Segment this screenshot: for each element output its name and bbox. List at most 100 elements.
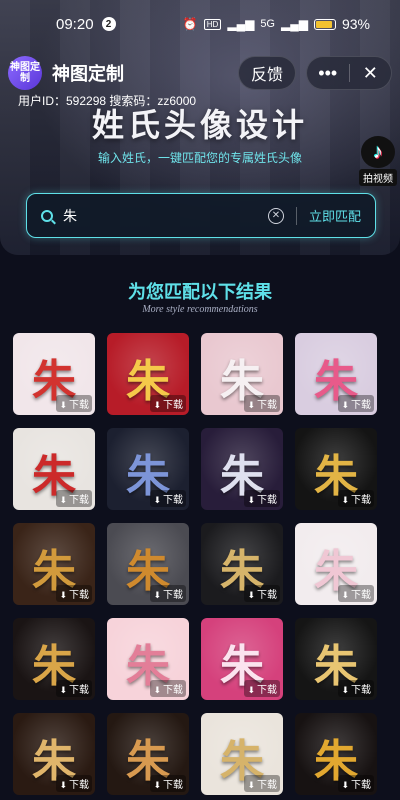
download-icon: ⬇ <box>341 590 349 600</box>
status-time: 09:20 <box>56 15 94 33</box>
result-card[interactable]: 朱 ⬇ 下载 <box>13 713 95 795</box>
download-button[interactable]: ⬇ 下载 <box>244 680 280 697</box>
download-icon: ⬇ <box>247 780 255 790</box>
download-label: 下载 <box>351 685 371 696</box>
download-button[interactable]: ⬇ 下载 <box>338 395 374 412</box>
tiktok-icon: ♪ <box>361 136 395 168</box>
result-card[interactable]: 朱 ⬇ 下载 <box>201 618 283 700</box>
download-button[interactable]: ⬇ 下载 <box>150 395 186 412</box>
download-label: 下载 <box>351 495 371 506</box>
result-card[interactable]: 朱 ⬇ 下载 <box>295 618 377 700</box>
download-icon: ⬇ <box>247 685 255 695</box>
clear-icon[interactable]: ✕ <box>267 207 284 224</box>
result-card[interactable]: 朱 ⬇ 下载 <box>13 428 95 510</box>
download-icon: ⬇ <box>153 400 161 410</box>
hd-icon: HD <box>203 18 222 30</box>
download-button[interactable]: ⬇ 下载 <box>56 680 92 697</box>
download-button[interactable]: ⬇ 下载 <box>244 490 280 507</box>
download-label: 下载 <box>69 400 89 411</box>
signal-icon: ▂▄▆ <box>227 17 255 31</box>
match-button[interactable]: 立即匹配 <box>309 206 361 225</box>
download-button[interactable]: ⬇ 下载 <box>56 775 92 792</box>
result-card[interactable]: 朱 ⬇ 下载 <box>107 333 189 415</box>
user-id-text: 用户ID：592298 搜索码：zz6000 <box>18 94 197 108</box>
search-divider <box>295 206 297 225</box>
result-card[interactable]: 朱 ⬇ 下载 <box>201 428 283 510</box>
result-card[interactable]: 朱 ⬇ 下载 <box>201 333 283 415</box>
download-label: 下载 <box>257 590 277 601</box>
download-label: 下载 <box>69 685 89 696</box>
search-box: ✕ 立即匹配 <box>26 193 376 238</box>
download-icon: ⬇ <box>247 400 255 410</box>
download-icon: ⬇ <box>59 685 67 695</box>
download-label: 下载 <box>257 495 277 506</box>
result-card[interactable]: 朱 ⬇ 下载 <box>295 523 377 605</box>
download-icon: ⬇ <box>153 780 161 790</box>
download-icon: ⬇ <box>153 495 161 505</box>
feedback-button[interactable]: 反馈 <box>238 56 296 90</box>
result-card[interactable]: 朱 ⬇ 下载 <box>295 713 377 795</box>
download-icon: ⬇ <box>153 590 161 600</box>
download-label: 下载 <box>69 590 89 601</box>
download-icon: ⬇ <box>247 590 255 600</box>
alarm-icon: ⏰ <box>182 17 198 31</box>
battery-icon <box>313 18 336 30</box>
mini-program-capsule: ••• ✕ <box>306 56 392 90</box>
download-label: 下载 <box>69 495 89 506</box>
download-button[interactable]: ⬇ 下载 <box>56 585 92 602</box>
download-button[interactable]: ⬇ 下载 <box>338 490 374 507</box>
result-card[interactable]: 朱 ⬇ 下载 <box>107 428 189 510</box>
download-icon: ⬇ <box>247 495 255 505</box>
download-button[interactable]: ⬇ 下载 <box>244 585 280 602</box>
download-label: 下载 <box>351 590 371 601</box>
download-button[interactable]: ⬇ 下载 <box>338 775 374 792</box>
download-button[interactable]: ⬇ 下载 <box>150 585 186 602</box>
download-button[interactable]: ⬇ 下载 <box>56 490 92 507</box>
download-label: 下载 <box>163 495 183 506</box>
app-title: 神图定制 <box>52 64 124 84</box>
download-label: 下载 <box>257 400 277 411</box>
result-card[interactable]: 朱 ⬇ 下载 <box>107 618 189 700</box>
result-card[interactable]: 朱 ⬇ 下载 <box>295 333 377 415</box>
download-button[interactable]: ⬇ 下载 <box>150 680 186 697</box>
download-button[interactable]: ⬇ 下载 <box>338 585 374 602</box>
download-button[interactable]: ⬇ 下载 <box>56 395 92 412</box>
results-grid: 朱 ⬇ 下载朱 ⬇ 下载朱 ⬇ 下载朱 ⬇ 下载朱 ⬇ 下载朱 ⬇ 下载朱 ⬇ 下载朱 ⬇ 下载朱 ⬇ 下载朱 ⬇ 下载… <box>13 333 387 795</box>
result-card[interactable]: 朱 ⬇ 下载 <box>107 523 189 605</box>
download-label: 下载 <box>163 780 183 791</box>
results-subheading: More style recommendations <box>142 304 258 315</box>
page-subtitle: 输入姓氏，一键匹配您的专属姓氏头像 <box>97 151 302 165</box>
result-card[interactable]: 朱 ⬇ 下载 <box>13 618 95 700</box>
result-card[interactable]: 朱 ⬇ 下载 <box>13 523 95 605</box>
more-button[interactable]: ••• <box>307 63 349 84</box>
download-button[interactable]: ⬇ 下载 <box>150 775 186 792</box>
result-card[interactable]: 朱 ⬇ 下载 <box>295 428 377 510</box>
close-button[interactable]: ✕ <box>350 63 392 84</box>
download-button[interactable]: ⬇ 下载 <box>150 490 186 507</box>
download-button[interactable]: ⬇ 下载 <box>244 775 280 792</box>
result-card[interactable]: 朱 ⬇ 下载 <box>107 713 189 795</box>
download-icon: ⬇ <box>59 780 67 790</box>
download-icon: ⬇ <box>59 495 67 505</box>
status-icons: ⏰ HD ▂▄▆ 5G ▂▄▆ 93% <box>183 16 370 32</box>
tiktok-label: 拍视频 <box>359 169 397 186</box>
download-icon: ⬇ <box>59 400 67 410</box>
result-card[interactable]: 朱 ⬇ 下载 <box>201 713 283 795</box>
download-button[interactable]: ⬇ 下载 <box>338 680 374 697</box>
download-label: 下载 <box>257 685 277 696</box>
tiktok-video-button[interactable]: ♪ 拍视频 <box>356 136 400 186</box>
download-button[interactable]: ⬇ 下载 <box>244 395 280 412</box>
search-icon <box>41 209 53 222</box>
result-card[interactable]: 朱 ⬇ 下载 <box>201 523 283 605</box>
surname-input[interactable] <box>63 207 268 224</box>
download-icon: ⬇ <box>341 780 349 790</box>
download-label: 下载 <box>351 400 371 411</box>
result-card[interactable]: 朱 ⬇ 下载 <box>13 333 95 415</box>
download-label: 下载 <box>163 685 183 696</box>
download-label: 下载 <box>163 400 183 411</box>
notification-badge: 2 <box>101 17 116 31</box>
download-icon: ⬇ <box>341 400 349 410</box>
status-bar: 09:20 2 ⏰ HD ▂▄▆ 5G ▂▄▆ 93% <box>0 0 400 48</box>
app-header: 神图定制 神图定制 反馈 ••• ✕ <box>8 53 392 93</box>
download-icon: ⬇ <box>341 685 349 695</box>
